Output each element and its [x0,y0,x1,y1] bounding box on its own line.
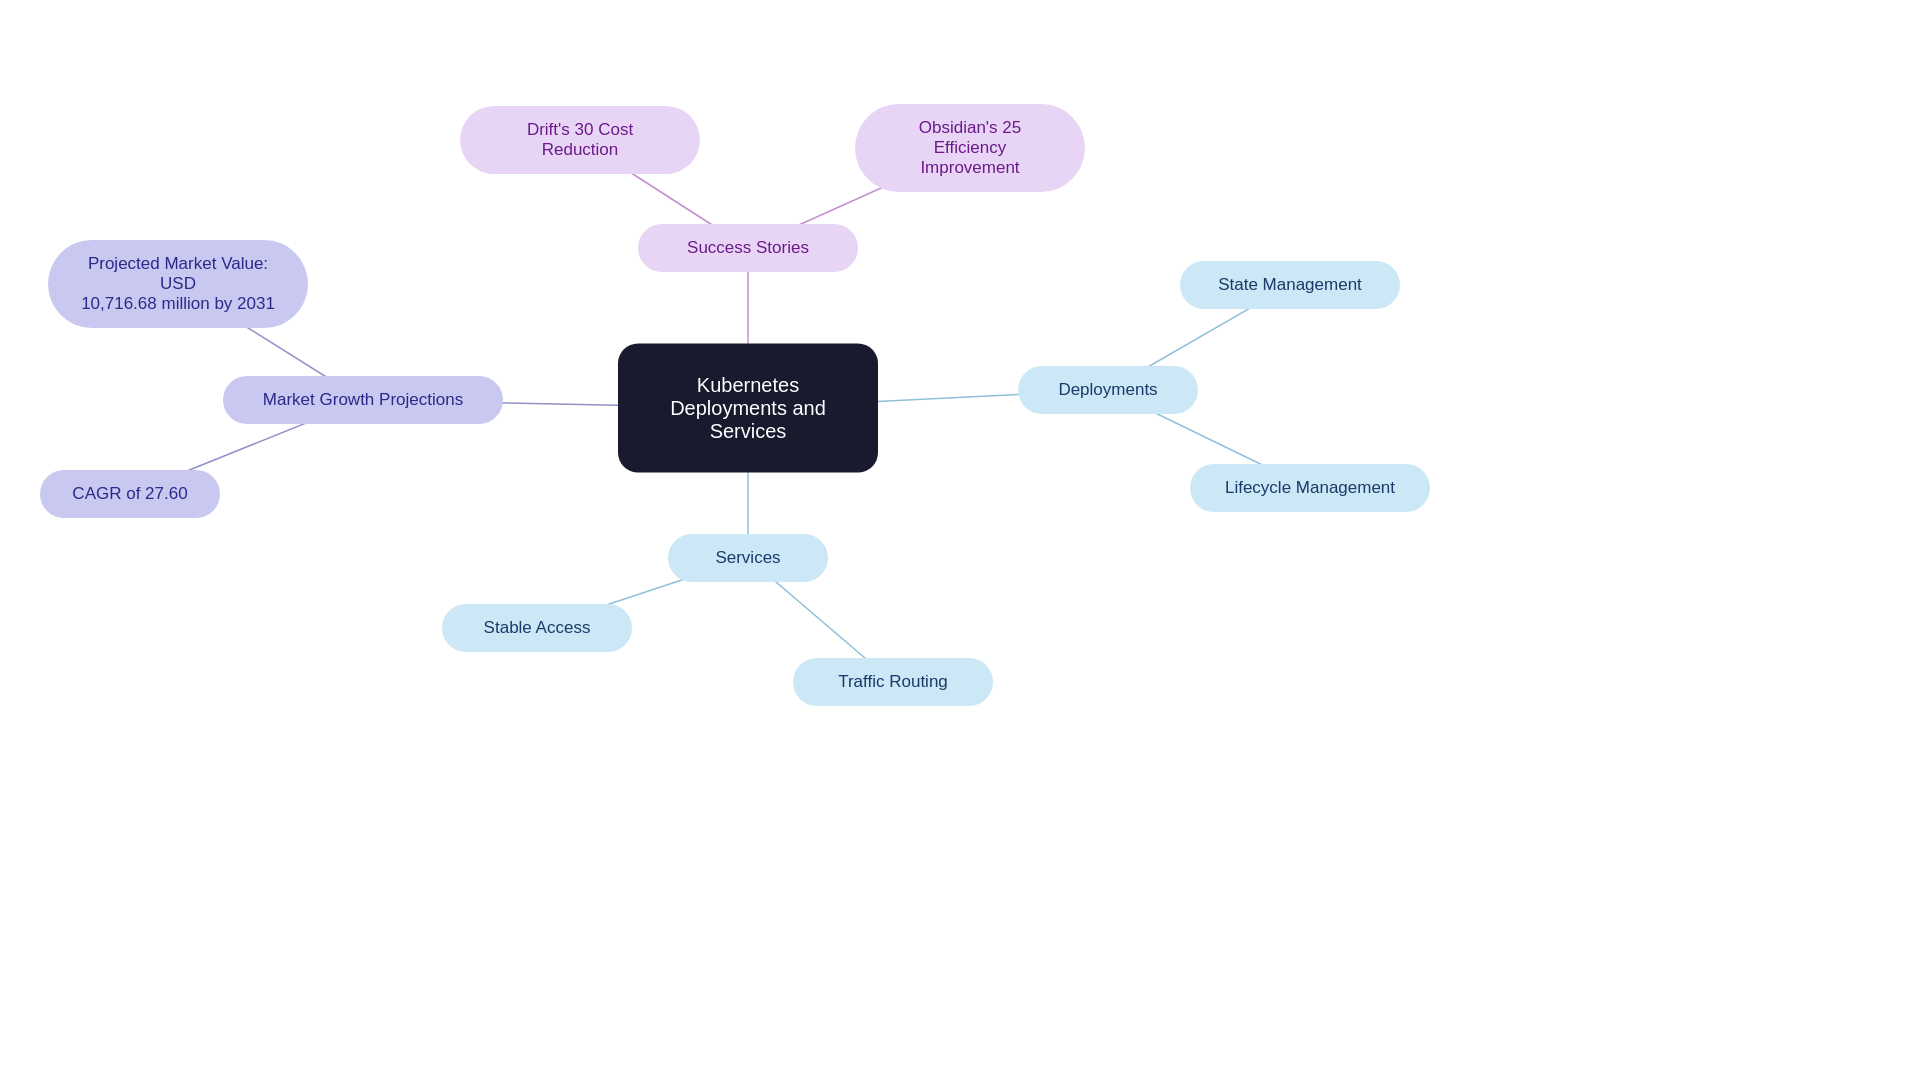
node-label-traffic-routing: Traffic Routing [838,672,948,692]
node-success-stories: Success Stories [638,224,858,272]
node-label-projected-market: Projected Market Value: USD 10,716.68 mi… [76,254,280,314]
node-label-lifecycle-management: Lifecycle Management [1225,478,1395,498]
node-label-drifts-cost: Drift's 30 Cost Reduction [488,120,672,160]
node-drifts-cost: Drift's 30 Cost Reduction [460,106,700,174]
node-deployments: Deployments [1018,366,1198,414]
node-label-market-growth: Market Growth Projections [263,390,463,410]
node-label-services: Services [715,548,780,568]
node-label-cagr: CAGR of 27.60 [72,484,187,504]
node-label-deployments: Deployments [1058,380,1157,400]
node-market-growth: Market Growth Projections [223,376,503,424]
node-label-stable-access: Stable Access [484,618,591,638]
node-label-obsidian-efficiency: Obsidian's 25 Efficiency Improvement [883,118,1057,178]
node-cagr: CAGR of 27.60 [40,470,220,518]
node-state-management: State Management [1180,261,1400,309]
node-label-success-stories: Success Stories [687,238,809,258]
node-projected-market: Projected Market Value: USD 10,716.68 mi… [48,240,308,328]
center-label: Kubernetes Deployments and Services [646,374,850,443]
node-stable-access: Stable Access [442,604,632,652]
node-traffic-routing: Traffic Routing [793,658,993,706]
node-label-state-management: State Management [1218,275,1362,295]
center-node: Kubernetes Deployments and Services [618,344,878,473]
node-lifecycle-management: Lifecycle Management [1190,464,1430,512]
node-services: Services [668,534,828,582]
node-obsidian-efficiency: Obsidian's 25 Efficiency Improvement [855,104,1085,192]
